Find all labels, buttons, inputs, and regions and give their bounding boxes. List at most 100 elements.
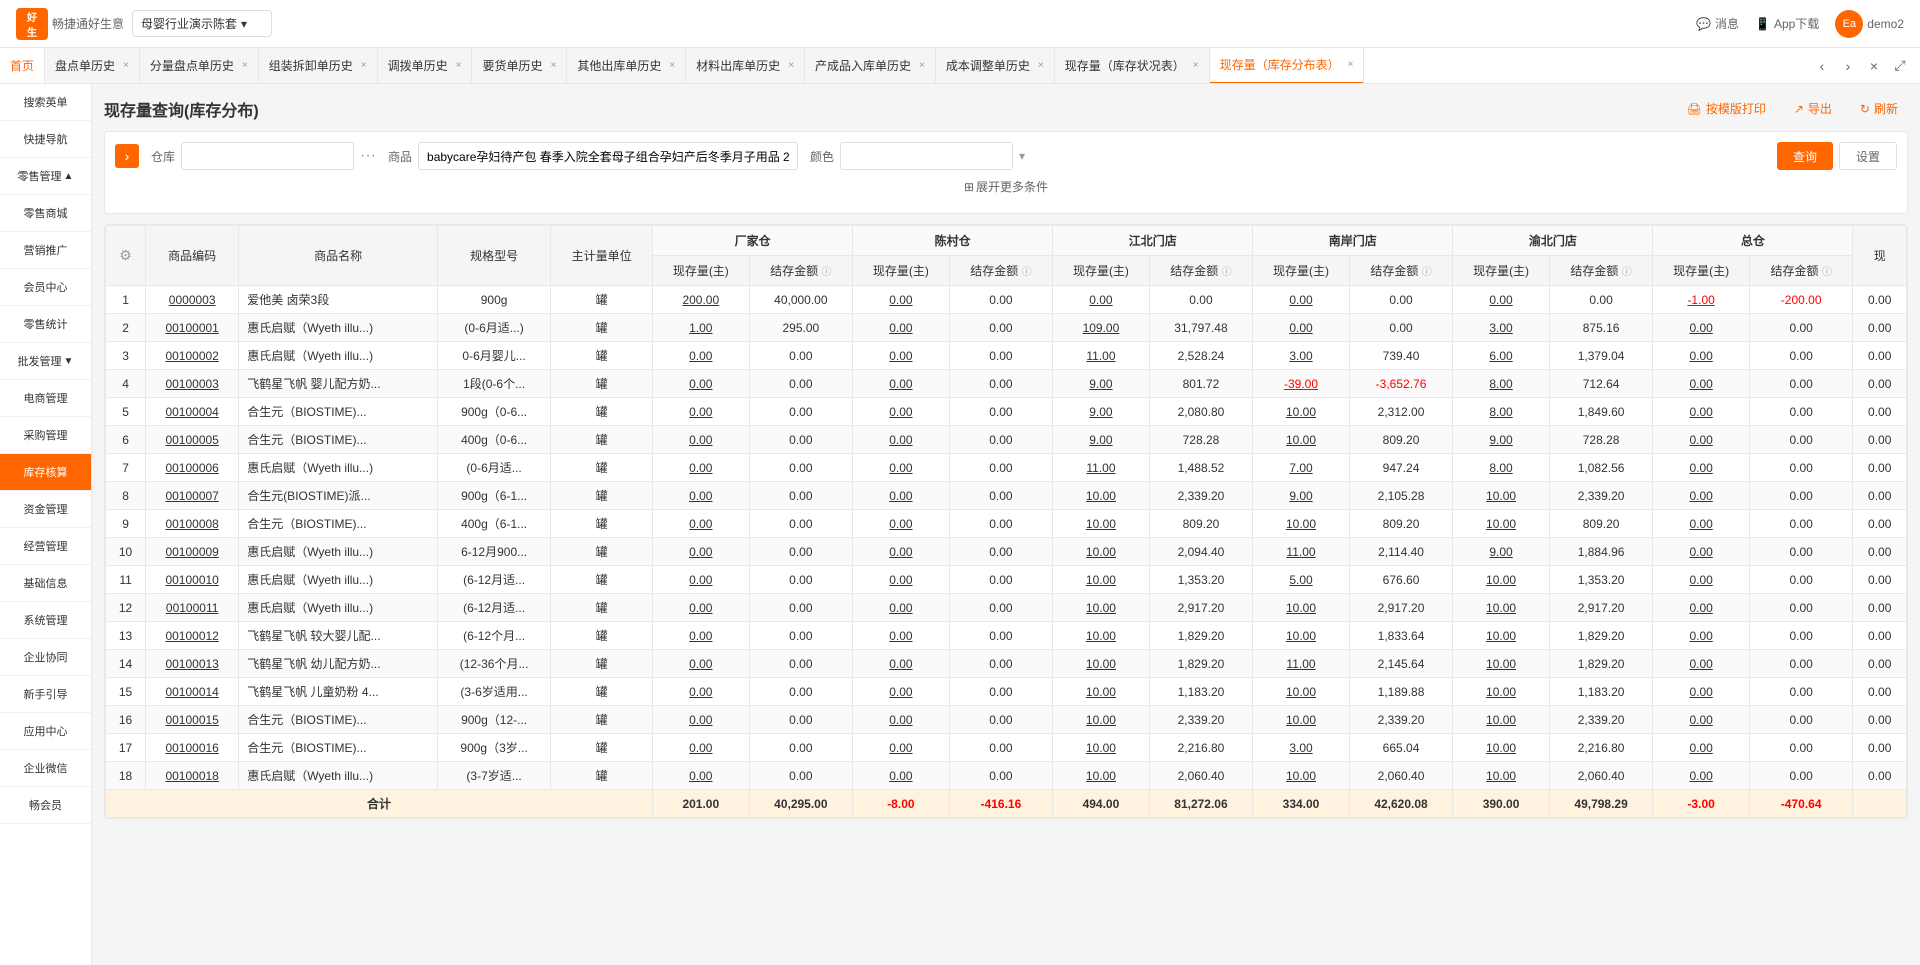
row-yb-qty[interactable]: 9.00 <box>1453 538 1550 566</box>
nav-prev-btn[interactable]: ‹ <box>1810 54 1834 78</box>
row-code[interactable]: 00100014 <box>146 678 239 706</box>
row-factory-qty[interactable]: 0.00 <box>653 482 750 510</box>
chen-amt-info-icon[interactable]: ⓘ <box>1022 267 1032 278</box>
goods-input[interactable] <box>418 142 798 170</box>
row-na-qty[interactable]: 10.00 <box>1253 510 1350 538</box>
row-jb-qty[interactable]: 109.00 <box>1053 314 1150 342</box>
row-yb-qty[interactable]: 8.00 <box>1453 398 1550 426</box>
row-total-qty[interactable]: 0.00 <box>1653 678 1750 706</box>
sidebar-item-corp[interactable]: 企业协同 <box>0 639 91 676</box>
row-total-qty[interactable]: 0.00 <box>1653 314 1750 342</box>
row-factory-qty[interactable]: 0.00 <box>653 734 750 762</box>
sidebar-item-quicknav[interactable]: 快捷导航 <box>0 121 91 158</box>
row-na-qty[interactable]: 9.00 <box>1253 482 1350 510</box>
row-yb-qty[interactable]: 10.00 <box>1453 650 1550 678</box>
sidebar-item-member2[interactable]: 畅会员 <box>0 787 91 824</box>
row-factory-qty[interactable]: 0.00 <box>653 342 750 370</box>
row-total-qty[interactable]: 0.00 <box>1653 762 1750 790</box>
row-yb-qty[interactable]: 10.00 <box>1453 482 1550 510</box>
print-btn[interactable]: 🖨 按模版打印 <box>1677 96 1776 121</box>
row-factory-qty[interactable]: 0.00 <box>653 762 750 790</box>
sidebar-item-marketing[interactable]: 营销推广 <box>0 232 91 269</box>
row-factory-qty[interactable]: 0.00 <box>653 426 750 454</box>
row-code[interactable]: 00100016 <box>146 734 239 762</box>
tab-inventory-history[interactable]: 盘点单历史 × <box>45 48 140 84</box>
row-na-qty[interactable]: 11.00 <box>1253 650 1350 678</box>
row-yb-qty[interactable]: 10.00 <box>1453 762 1550 790</box>
row-jb-qty[interactable]: 10.00 <box>1053 622 1150 650</box>
row-factory-qty[interactable]: 0.00 <box>653 398 750 426</box>
row-jb-qty[interactable]: 10.00 <box>1053 650 1150 678</box>
row-factory-qty[interactable]: 0.00 <box>653 678 750 706</box>
row-jb-qty[interactable]: 11.00 <box>1053 454 1150 482</box>
row-total-qty[interactable]: 0.00 <box>1653 566 1750 594</box>
row-factory-qty[interactable]: 1.00 <box>653 314 750 342</box>
row-na-qty[interactable]: 0.00 <box>1253 286 1350 314</box>
row-na-qty[interactable]: 11.00 <box>1253 538 1350 566</box>
row-total-qty[interactable]: 0.00 <box>1653 342 1750 370</box>
row-total-qty[interactable]: 0.00 <box>1653 398 1750 426</box>
row-chen-qty[interactable]: 0.00 <box>853 706 950 734</box>
sidebar-item-purchase[interactable]: 采购管理 <box>0 417 91 454</box>
nav-expand-btn[interactable]: ⤢ <box>1888 54 1912 78</box>
tab-home[interactable]: 首页 <box>0 48 45 84</box>
sidebar-item-retail-stat[interactable]: 零售统计 <box>0 306 91 343</box>
close-icon[interactable]: × <box>669 60 675 71</box>
sidebar-item-retail-mall[interactable]: 零售商城 <box>0 195 91 232</box>
tab-order-history[interactable]: 要货单历史 × <box>472 48 567 84</box>
sidebar-item-member[interactable]: 会员中心 <box>0 269 91 306</box>
tab-stock-status[interactable]: 现存量（库存状况表） × <box>1055 48 1210 84</box>
row-total-qty[interactable]: 0.00 <box>1653 622 1750 650</box>
row-yb-qty[interactable]: 10.00 <box>1453 510 1550 538</box>
row-chen-qty[interactable]: 0.00 <box>853 398 950 426</box>
row-na-qty[interactable]: 0.00 <box>1253 314 1350 342</box>
row-code[interactable]: 00100002 <box>146 342 239 370</box>
row-code[interactable]: 00100009 <box>146 538 239 566</box>
row-jb-qty[interactable]: 9.00 <box>1053 370 1150 398</box>
close-icon[interactable]: × <box>1348 59 1354 70</box>
tab-cost-adjust-history[interactable]: 成本调整单历史 × <box>936 48 1055 84</box>
row-chen-qty[interactable]: 0.00 <box>853 426 950 454</box>
row-yb-qty[interactable]: 10.00 <box>1453 734 1550 762</box>
tab-assembly-history[interactable]: 组装拆卸单历史 × <box>259 48 378 84</box>
row-code[interactable]: 00100012 <box>146 622 239 650</box>
row-code[interactable]: 00100003 <box>146 370 239 398</box>
color-input[interactable] <box>840 142 1013 170</box>
tab-portion-history[interactable]: 分量盘点单历史 × <box>140 48 259 84</box>
row-na-qty[interactable]: -39.00 <box>1253 370 1350 398</box>
row-chen-qty[interactable]: 0.00 <box>853 454 950 482</box>
row-na-qty[interactable]: 3.00 <box>1253 342 1350 370</box>
row-total-qty[interactable]: 0.00 <box>1653 650 1750 678</box>
row-code[interactable]: 00100005 <box>146 426 239 454</box>
row-yb-qty[interactable]: 10.00 <box>1453 678 1550 706</box>
tab-stock-distribution[interactable]: 现存量（库存分布表） × <box>1210 48 1365 84</box>
row-factory-qty[interactable]: 0.00 <box>653 622 750 650</box>
nav-next-btn[interactable]: › <box>1836 54 1860 78</box>
close-icon[interactable]: × <box>550 60 556 71</box>
row-yb-qty[interactable]: 10.00 <box>1453 622 1550 650</box>
row-factory-qty[interactable]: 0.00 <box>653 370 750 398</box>
nav-close-all-btn[interactable]: × <box>1862 54 1886 78</box>
sidebar-item-ecommerce[interactable]: 电商管理 <box>0 380 91 417</box>
sidebar-item-inventory[interactable]: 库存核算 <box>0 454 91 491</box>
row-jb-qty[interactable]: 10.00 <box>1053 510 1150 538</box>
row-code[interactable]: 00100001 <box>146 314 239 342</box>
close-icon[interactable]: × <box>123 60 129 71</box>
app-download-action[interactable]: 📱 App下载 <box>1755 15 1819 32</box>
row-chen-qty[interactable]: 0.00 <box>853 566 950 594</box>
expand-filter-btn[interactable]: ⊞ 展开更多条件 <box>964 178 1048 195</box>
sidebar-item-wholesale[interactable]: 批发管理 ▼ <box>0 343 91 380</box>
row-yb-qty[interactable]: 6.00 <box>1453 342 1550 370</box>
row-na-qty[interactable]: 10.00 <box>1253 706 1350 734</box>
close-icon[interactable]: × <box>788 60 794 71</box>
row-na-qty[interactable]: 10.00 <box>1253 398 1350 426</box>
row-yb-qty[interactable]: 10.00 <box>1453 706 1550 734</box>
row-jb-qty[interactable]: 10.00 <box>1053 594 1150 622</box>
row-chen-qty[interactable]: 0.00 <box>853 678 950 706</box>
message-action[interactable]: 💬 消息 <box>1696 15 1739 32</box>
row-total-qty[interactable]: 0.00 <box>1653 370 1750 398</box>
row-na-qty[interactable]: 10.00 <box>1253 678 1350 706</box>
row-code[interactable]: 00100004 <box>146 398 239 426</box>
warehouse-ellipsis-btn[interactable]: ··· <box>360 147 376 165</box>
row-yb-qty[interactable]: 0.00 <box>1453 286 1550 314</box>
